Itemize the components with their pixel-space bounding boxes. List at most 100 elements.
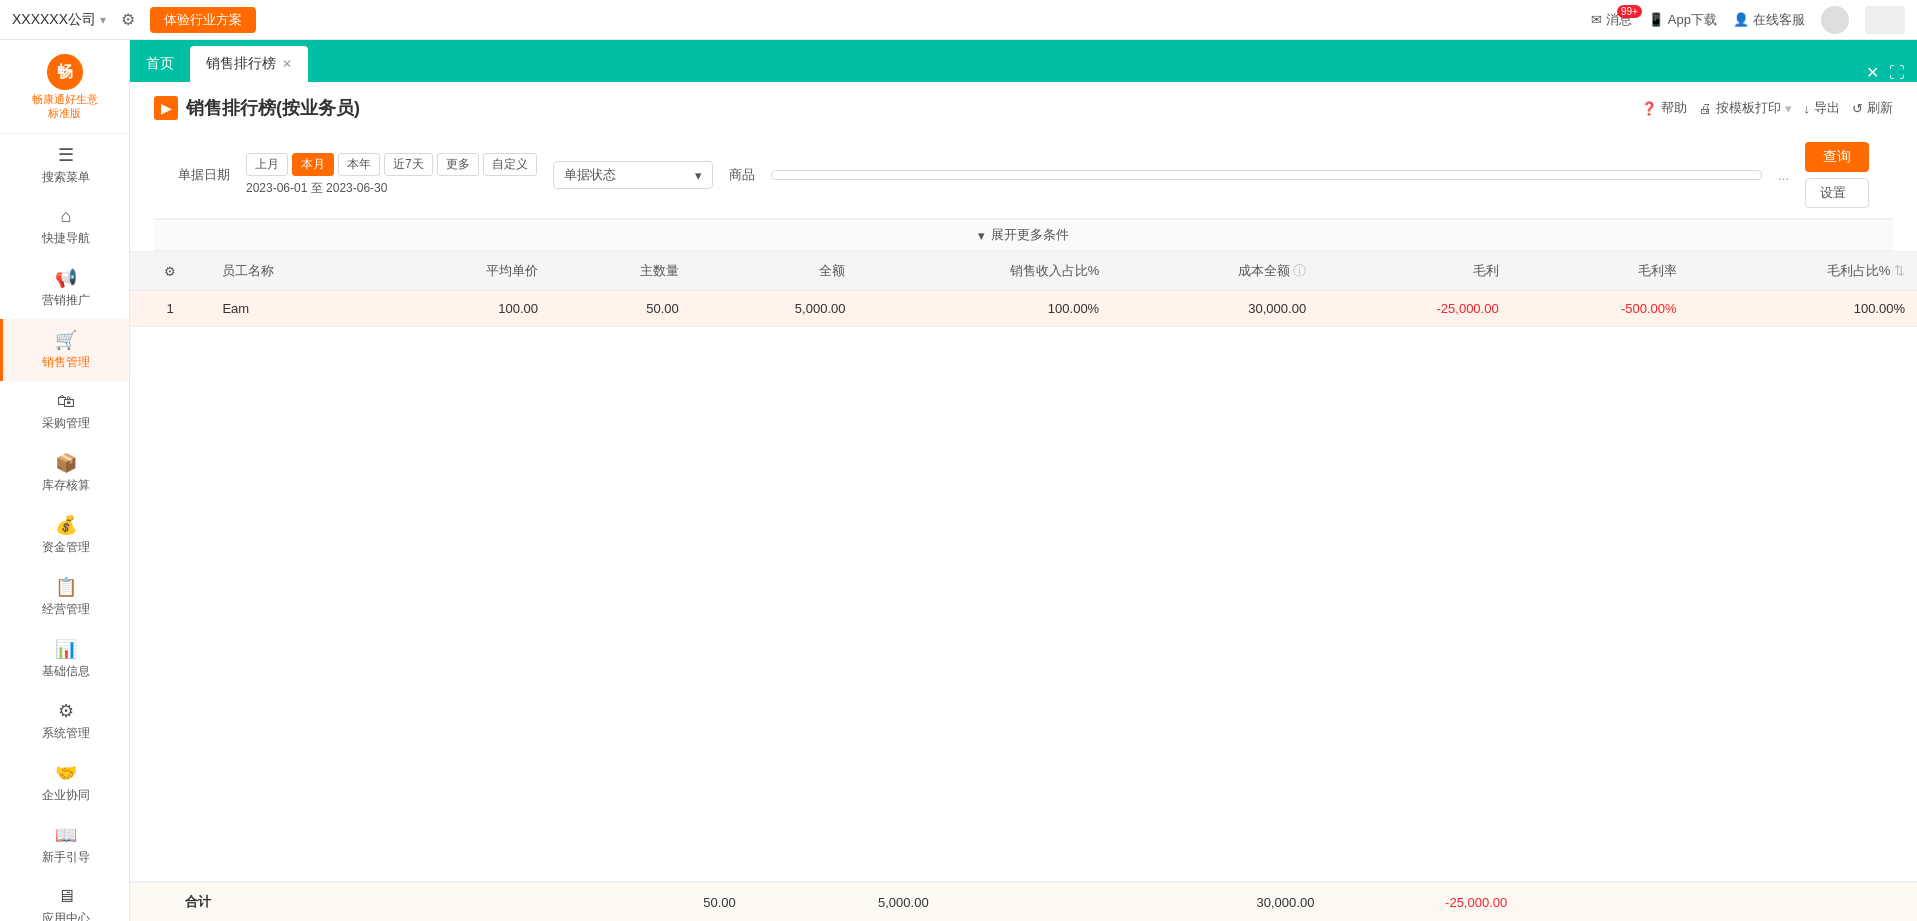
cost-info-icon[interactable]: ⓘ: [1293, 263, 1306, 278]
help-btn[interactable]: ❓ 帮助: [1641, 99, 1687, 117]
cell-name: Eam: [210, 291, 380, 327]
sidebar-item-marketing[interactable]: 📢 营销推广: [0, 257, 129, 319]
date-btn-7days[interactable]: 近7天: [384, 153, 433, 176]
logo-line2: 标准版: [32, 106, 98, 120]
cell-gross-rate: -500.00%: [1511, 291, 1689, 327]
message-button[interactable]: ✉ 消息 99+: [1591, 11, 1632, 29]
tab-active-label: 销售排行榜: [206, 55, 276, 73]
status-chevron-icon: ▾: [695, 168, 702, 183]
print-icon: 🖨: [1699, 101, 1712, 116]
col-avg-price: 平均单价: [380, 252, 550, 291]
sidebar-item-sales[interactable]: 🛒 销售管理: [0, 319, 129, 381]
cell-amount: 5,000.00: [691, 291, 858, 327]
cell-gross-pct: 100.00%: [1689, 291, 1917, 327]
sidebar-item-operation[interactable]: 📋 经营管理: [0, 566, 129, 628]
date-btn-last-month[interactable]: 上月: [246, 153, 288, 176]
tab-close-window-icon[interactable]: ✕: [1866, 63, 1879, 82]
gross-sort-icon[interactable]: ⇅: [1894, 263, 1905, 278]
table-row[interactable]: 1 Eam 100.00 50.00 5,000.00 100.00% 30,0…: [130, 291, 1917, 327]
sidebar-item-apps[interactable]: 🖥 应用中心: [0, 876, 129, 921]
filter-more-btn[interactable]: ...: [1778, 168, 1789, 183]
query-button[interactable]: 查询: [1805, 142, 1869, 172]
date-btn-more[interactable]: 更多: [437, 153, 479, 176]
status-filter-label: 单据状态: [564, 166, 616, 184]
export-btn[interactable]: ↓ 导出: [1804, 99, 1841, 117]
help-icon: ❓: [1641, 101, 1657, 116]
status-filter[interactable]: 单据状态 ▾: [553, 161, 713, 189]
sidebar-logo: 畅 畅康通好生意 标准版: [0, 40, 129, 134]
sidebar-label-purchase: 采购管理: [42, 415, 90, 432]
date-btn-this-year[interactable]: 本年: [338, 153, 380, 176]
expand-row[interactable]: ▾ 展开更多条件: [154, 219, 1893, 251]
col-settings[interactable]: ⚙: [130, 252, 210, 291]
sidebar-item-inventory[interactable]: 📦 库存核算: [0, 442, 129, 504]
tab-bar: 首页 销售排行榜 ✕ ✕ ⛶: [130, 40, 1917, 82]
expand-chevron-icon: ▾: [978, 228, 985, 243]
sidebar-label-quick: 快捷导航: [42, 230, 90, 247]
date-btn-custom[interactable]: 自定义: [483, 153, 537, 176]
tab-sales-ranking[interactable]: 销售排行榜 ✕: [190, 46, 308, 82]
sidebar-label-apps: 应用中心: [42, 910, 90, 921]
tab-close-icon[interactable]: ✕: [282, 57, 292, 71]
main-table: ⚙ 员工名称 平均单价 主数量 全额 销售收入占比% 成本全额 ⓘ 毛利 毛利率…: [130, 252, 1917, 327]
online-service-button[interactable]: 👤 在线客服: [1733, 11, 1805, 29]
print-label: 按模板打印: [1716, 99, 1781, 117]
user-name-box: [1865, 6, 1905, 34]
footer-qty: 50.00: [555, 895, 748, 910]
col-settings-icon: ⚙: [164, 264, 176, 279]
date-range-display: 2023-06-01 至 2023-06-30: [246, 180, 537, 197]
page-title: 销售排行榜(按业务员): [186, 96, 360, 120]
sales-icon: 🛒: [55, 329, 77, 351]
guide-icon: 📖: [55, 824, 77, 846]
table-footer: 合计 50.00 5,000.00 30,000.00 -25,000.00: [130, 881, 1917, 921]
refresh-btn[interactable]: ↺ 刷新: [1852, 99, 1893, 117]
sidebar-label-sales: 销售管理: [42, 354, 90, 371]
sidebar: 畅 畅康通好生意 标准版 ☰ 搜索菜单 ⌂ 快捷导航 📢 营销推广 🛒 销售管理…: [0, 40, 130, 921]
company-selector[interactable]: XXXXXX公司 ▾: [12, 11, 106, 29]
tab-home[interactable]: 首页: [130, 46, 190, 82]
home-icon: ⌂: [61, 206, 72, 227]
sidebar-label-system: 系统管理: [42, 725, 90, 742]
search-order-icon: ☰: [58, 144, 74, 166]
settings-button[interactable]: 设置: [1805, 178, 1869, 208]
sidebar-item-search-order[interactable]: ☰ 搜索菜单: [0, 134, 129, 196]
sidebar-item-quick-nav[interactable]: ⌂ 快捷导航: [0, 196, 129, 257]
header-actions: ❓ 帮助 🖨 按模板打印 ▾ ↓ 导出 ↺ 刷新: [1641, 99, 1894, 117]
sidebar-item-guide[interactable]: 📖 新手引导: [0, 814, 129, 876]
top-bar: XXXXXX公司 ▾ ⚙ 体验行业方案 ✉ 消息 99+ 📱 App下载 👤 在…: [0, 0, 1917, 40]
system-icon: ⚙: [58, 700, 74, 722]
cell-avg-price: 100.00: [380, 291, 550, 327]
sidebar-item-basic[interactable]: 📊 基础信息: [0, 628, 129, 690]
query-actions: 查询 设置: [1805, 142, 1869, 208]
goods-filter-input[interactable]: [771, 170, 1762, 180]
col-amount: 全额: [691, 252, 858, 291]
collapse-btn[interactable]: ▶: [154, 96, 178, 120]
company-name: XXXXXX公司: [12, 11, 96, 29]
table-header-row: ⚙ 员工名称 平均单价 主数量 全额 销售收入占比% 成本全额 ⓘ 毛利 毛利率…: [130, 252, 1917, 291]
date-btn-this-month[interactable]: 本月: [292, 153, 334, 176]
sidebar-item-system[interactable]: ⚙ 系统管理: [0, 690, 129, 752]
export-icon: ↓: [1804, 101, 1811, 116]
col-gross-rate: 毛利率: [1511, 252, 1689, 291]
help-label: 帮助: [1661, 99, 1687, 117]
goods-filter-label: 商品: [729, 166, 755, 184]
sidebar-item-collab[interactable]: 🤝 企业协同: [0, 752, 129, 814]
top-right-area: ✉ 消息 99+ 📱 App下载 👤 在线客服: [1591, 6, 1905, 34]
app-download-button[interactable]: 📱 App下载: [1648, 11, 1717, 29]
cell-gross: -25,000.00: [1318, 291, 1511, 327]
table-body: 1 Eam 100.00 50.00 5,000.00 100.00% 30,0…: [130, 291, 1917, 327]
filter-row: 单据日期 上月 本月 本年 近7天 更多 自定义 2023-06-01 至 20…: [154, 132, 1893, 219]
sidebar-item-finance[interactable]: 💰 资金管理: [0, 504, 129, 566]
service-icon: 👤: [1733, 12, 1749, 27]
user-avatar[interactable]: [1821, 6, 1849, 34]
settings-icon[interactable]: ⚙: [114, 6, 142, 34]
table-wrap: ⚙ 员工名称 平均单价 主数量 全额 销售收入占比% 成本全额 ⓘ 毛利 毛利率…: [130, 252, 1917, 881]
sidebar-label-finance: 资金管理: [42, 539, 90, 556]
refresh-icon: ↺: [1852, 101, 1863, 116]
trial-button[interactable]: 体验行业方案: [150, 7, 256, 33]
tab-maximize-icon[interactable]: ⛶: [1889, 64, 1905, 82]
sidebar-item-purchase[interactable]: 🛍 采购管理: [0, 381, 129, 442]
content-area: 首页 销售排行榜 ✕ ✕ ⛶ ▶ 销售排行榜(按业务员) ❓: [130, 40, 1917, 921]
print-btn[interactable]: 🖨 按模板打印 ▾: [1699, 99, 1792, 117]
marketing-icon: 📢: [55, 267, 77, 289]
